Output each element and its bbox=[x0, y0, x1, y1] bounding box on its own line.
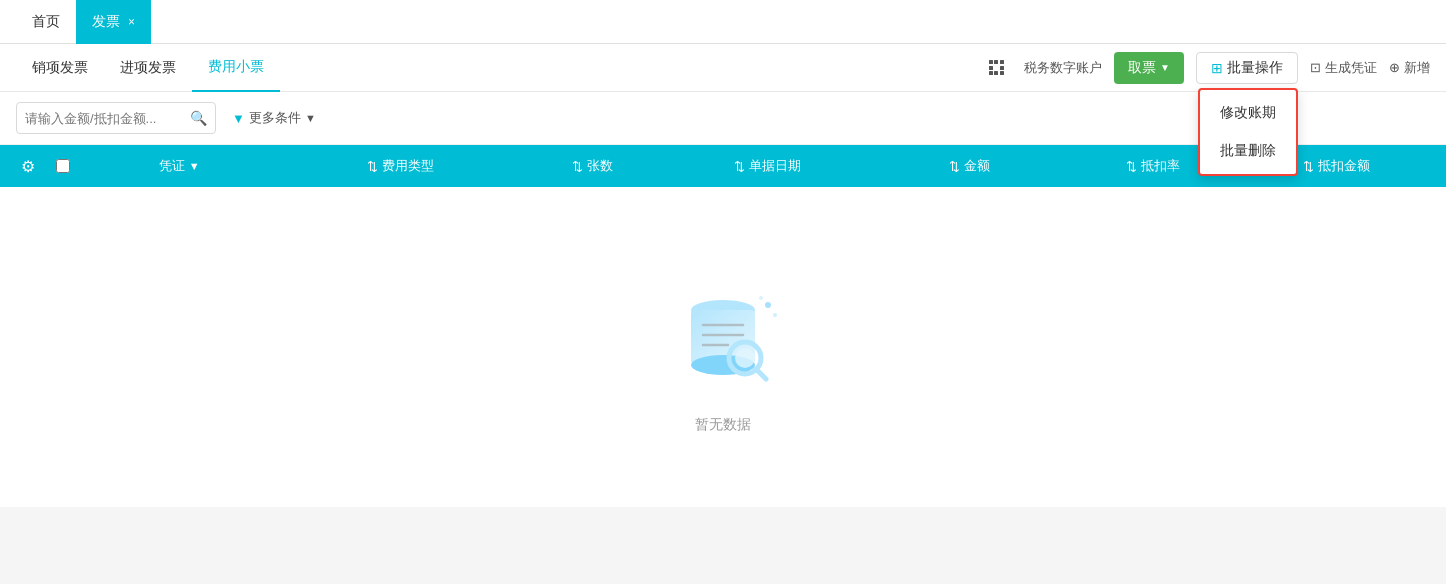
settings-icon[interactable]: ⚙ bbox=[21, 157, 35, 176]
sort-icon-count: ⇅ bbox=[572, 159, 583, 174]
empty-state: 暂无数据 bbox=[0, 187, 1446, 507]
add-icon: ⊕ bbox=[1389, 60, 1400, 75]
gen-voucher-button[interactable]: ⊡ 生成凭证 bbox=[1310, 59, 1377, 77]
qr-icon bbox=[989, 60, 1004, 75]
home-tab[interactable]: 首页 bbox=[16, 0, 76, 44]
toolbar-actions: 税务数字账户 取票 ▼ ⊞ 批量操作 修改账期 批量删除 ⊡ 生成凭证 bbox=[980, 52, 1430, 84]
invoice-tab-close[interactable]: × bbox=[128, 15, 135, 29]
select-all-checkbox[interactable] bbox=[56, 159, 70, 173]
th-settings: ⚙ bbox=[8, 157, 48, 176]
th-voucher: 凭证 ▼ bbox=[78, 157, 280, 175]
th-amount: ⇅ 金额 bbox=[868, 157, 1070, 175]
th-checkbox bbox=[48, 159, 78, 173]
filter-chevron-icon: ▼ bbox=[305, 112, 316, 124]
top-nav: 首页 发票 × bbox=[0, 0, 1446, 44]
invoice-tab-label: 发票 bbox=[92, 13, 120, 31]
batch-op-container: ⊞ 批量操作 修改账期 批量删除 bbox=[1196, 52, 1298, 84]
sort-icon-date: ⇅ bbox=[734, 159, 745, 174]
search-icon[interactable]: 🔍 bbox=[190, 110, 207, 126]
gen-voucher-icon: ⊡ bbox=[1310, 60, 1321, 75]
empty-illustration bbox=[663, 280, 783, 400]
sort-icon: ⇅ bbox=[367, 159, 378, 174]
sort-icon-deduct: ⇅ bbox=[1303, 159, 1314, 174]
batch-op-button[interactable]: ⊞ 批量操作 bbox=[1196, 52, 1298, 84]
sort-icon-rate: ⇅ bbox=[1126, 159, 1137, 174]
batch-icon: ⊞ bbox=[1211, 60, 1223, 76]
tab-jinxiang[interactable]: 进项发票 bbox=[104, 44, 192, 92]
batch-op-dropdown: 修改账期 批量删除 bbox=[1198, 88, 1298, 176]
tab-xiaoxiang[interactable]: 销项发票 bbox=[16, 44, 104, 92]
svg-point-10 bbox=[773, 313, 777, 317]
search-input-wrap: 🔍 bbox=[16, 102, 216, 134]
take-ticket-button[interactable]: 取票 ▼ bbox=[1114, 52, 1184, 84]
qr-code-button[interactable] bbox=[980, 52, 1012, 84]
svg-point-7 bbox=[735, 348, 755, 368]
empty-text: 暂无数据 bbox=[695, 416, 751, 434]
th-date: ⇅ 单据日期 bbox=[666, 157, 868, 175]
search-input[interactable] bbox=[25, 111, 190, 126]
filter-icon: ▼ bbox=[232, 111, 245, 126]
tab-list: 销项发票 进项发票 费用小票 bbox=[16, 44, 280, 92]
invoice-tab[interactable]: 发票 × bbox=[76, 0, 151, 44]
second-toolbar: 销项发票 进项发票 费用小票 税务数字账户 取票 ▼ ⊞ 批量操 bbox=[0, 44, 1446, 92]
dropdown-item-modify-period[interactable]: 修改账期 bbox=[1200, 94, 1296, 132]
svg-point-11 bbox=[759, 296, 763, 300]
svg-line-8 bbox=[756, 369, 766, 379]
svg-point-9 bbox=[765, 302, 771, 308]
th-count: ⇅ 张数 bbox=[520, 157, 666, 175]
take-ticket-chevron-icon: ▼ bbox=[1160, 62, 1170, 73]
dropdown-item-batch-delete[interactable]: 批量删除 bbox=[1200, 132, 1296, 170]
voucher-filter-icon[interactable]: ▼ bbox=[189, 160, 200, 172]
home-label: 首页 bbox=[32, 13, 60, 31]
tab-feiyong[interactable]: 费用小票 bbox=[192, 44, 280, 92]
th-expense-type: ⇅ 费用类型 bbox=[280, 157, 520, 175]
tax-account-button[interactable]: 税务数字账户 bbox=[1024, 59, 1102, 77]
filter-button[interactable]: ▼ 更多条件 ▼ bbox=[232, 109, 316, 127]
add-button[interactable]: ⊕ 新增 bbox=[1389, 59, 1430, 77]
sort-icon-amount: ⇅ bbox=[949, 159, 960, 174]
